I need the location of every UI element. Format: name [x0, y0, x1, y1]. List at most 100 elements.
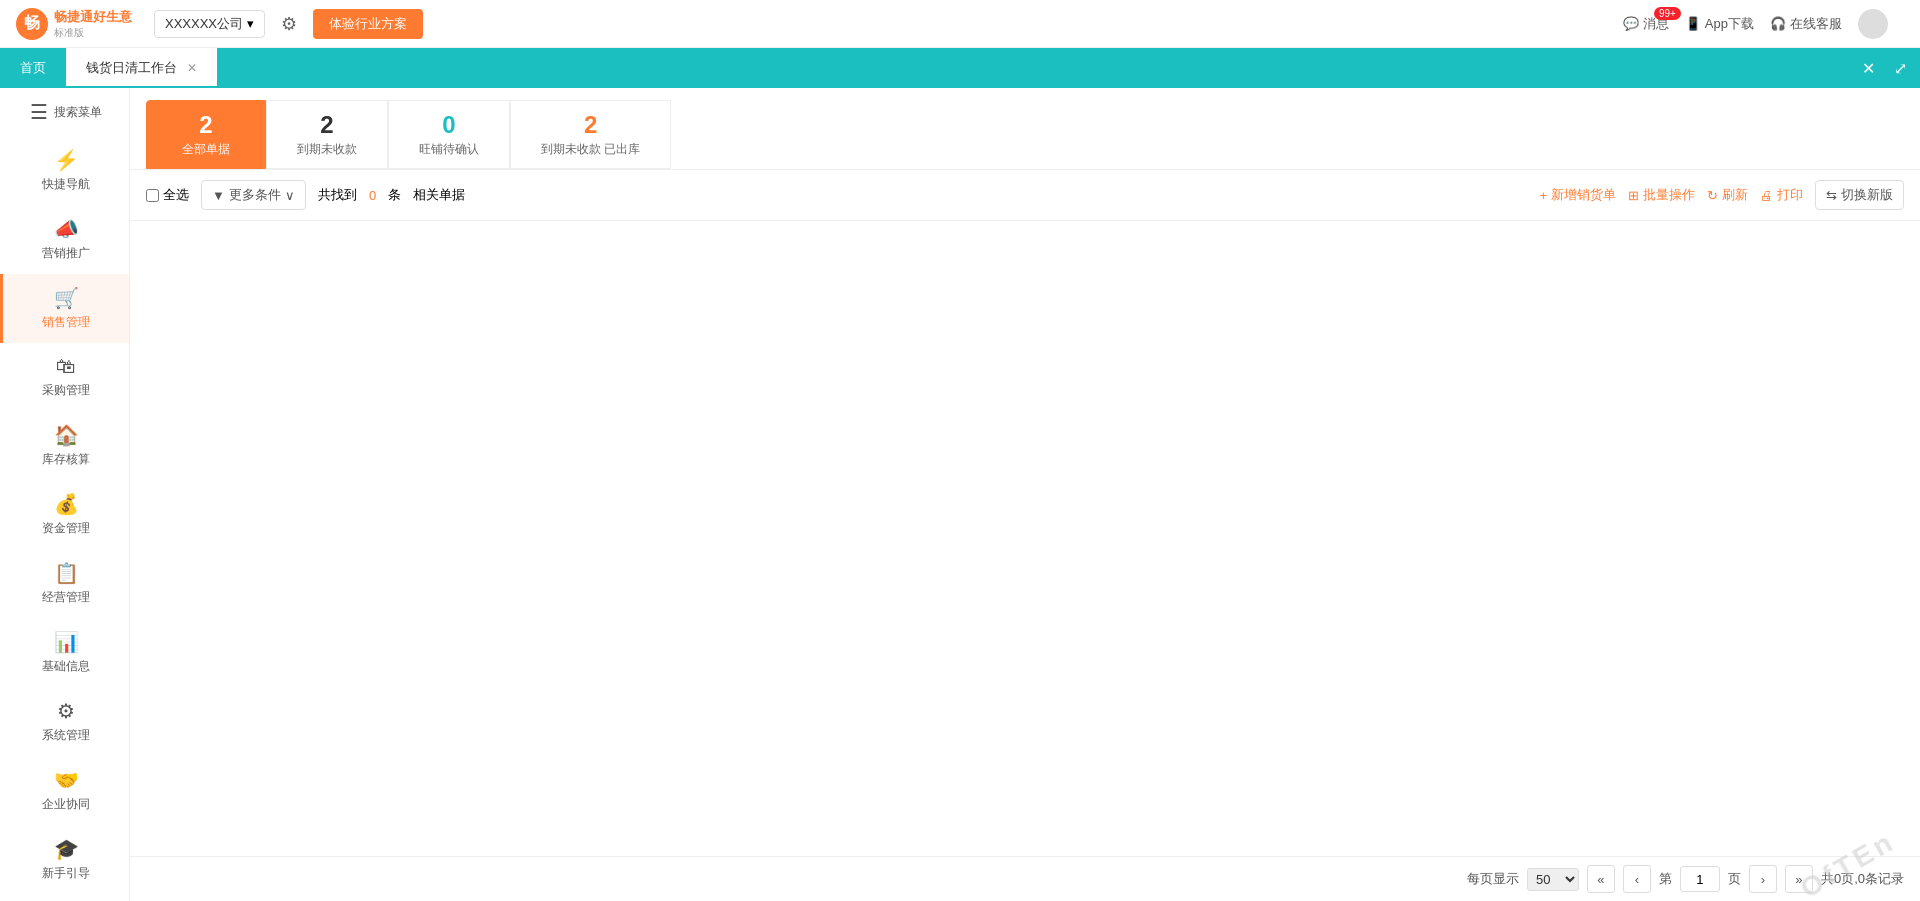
- sidebar-item-finance[interactable]: 💰 资金管理: [0, 480, 129, 549]
- newbie-label: 新手引导: [42, 865, 90, 882]
- pagination: 每页显示 50 100 200 « ‹ 第 页 › » 共0页,0条记录: [130, 856, 1920, 901]
- next-page-button[interactable]: ›: [1749, 865, 1777, 893]
- message-badge: 99+: [1654, 7, 1681, 20]
- sidebar-item-search-menu[interactable]: ☰ 搜索菜单: [0, 88, 129, 136]
- logo-area: 畅 畅捷通好生意 标准版: [16, 8, 146, 40]
- main-layout: ☰ 搜索菜单 ⚡ 快捷导航 📣 营销推广 🛒 销售管理 🛍 采购管理 🏠 库存核…: [0, 88, 1920, 901]
- sidebar-item-purchase[interactable]: 🛍 采购管理: [0, 343, 129, 411]
- last-page-button[interactable]: »: [1785, 865, 1813, 893]
- total-records: 共0页,0条记录: [1821, 870, 1904, 888]
- gear-icon: ⚙: [281, 13, 297, 35]
- batch-icon: ⊞: [1628, 188, 1639, 203]
- message-button[interactable]: 💬 消息 99+: [1623, 15, 1669, 33]
- per-page-select[interactable]: 50 100 200: [1527, 868, 1579, 891]
- stat-label-shipped: 到期未收款 已出库: [541, 141, 640, 158]
- count-number: 0: [369, 188, 376, 203]
- header-left: 畅 畅捷通好生意 标准版 XXXXXX公司 ▾ ⚙ 体验行业方案: [16, 8, 423, 40]
- sidebar-item-inventory[interactable]: 🏠 库存核算: [0, 411, 129, 480]
- stats-bar: 2 全部单据 2 到期未收款 0 旺铺待确认 2 到期未收款 已出库: [130, 88, 1920, 170]
- toolbar-right: + 新增销货单 ⊞ 批量操作 ↻ 刷新 🖨 打印 ⇆ 切换新版: [1539, 180, 1904, 210]
- finance-label: 资金管理: [42, 520, 90, 537]
- home-tab-label: 首页: [20, 59, 46, 77]
- logo-icon: 畅: [16, 8, 48, 40]
- sidebar-item-marketing[interactable]: 📣 营销推广: [0, 205, 129, 274]
- purchase-label: 采购管理: [42, 382, 90, 399]
- add-sales-order-button[interactable]: + 新增销货单: [1539, 186, 1616, 204]
- toolbar: 全选 ▼ 更多条件 ∨ 共找到 0 条 相关单据 + 新增销货单 ⊞ 批量操作: [130, 170, 1920, 221]
- sidebar-item-quick-nav[interactable]: ⚡ 快捷导航: [0, 136, 129, 205]
- app-download-button[interactable]: 📱 App下载: [1685, 15, 1754, 33]
- count-unit: 条: [388, 186, 401, 204]
- stat-label-pending: 旺铺待确认: [419, 141, 479, 158]
- tab-qianhuoday[interactable]: 钱货日清工作台 ✕: [66, 48, 217, 88]
- tab-expand-area: ✕ ⤢: [1856, 56, 1920, 80]
- stat-tab-shipped[interactable]: 2 到期未收款 已出库: [510, 100, 671, 169]
- settings-button[interactable]: ⚙: [273, 8, 305, 40]
- online-service-button[interactable]: 🎧 在线客服: [1770, 15, 1842, 33]
- stat-num-shipped: 2: [584, 111, 597, 139]
- search-menu-icon: ☰: [30, 100, 48, 124]
- avatar[interactable]: [1858, 9, 1888, 39]
- top-header: 畅 畅捷通好生意 标准版 XXXXXX公司 ▾ ⚙ 体验行业方案 💬 消息 99…: [0, 0, 1920, 48]
- stat-tab-all[interactable]: 2 全部单据: [146, 100, 266, 169]
- trial-button[interactable]: 体验行业方案: [313, 9, 423, 39]
- management-label: 经营管理: [42, 589, 90, 606]
- company-selector[interactable]: XXXXXX公司 ▾: [154, 10, 265, 38]
- sales-label: 销售管理: [42, 314, 90, 331]
- stats-tabs: 2 全部单据 2 到期未收款 0 旺铺待确认 2 到期未收款 已出库: [146, 100, 1904, 169]
- sidebar-item-sales[interactable]: 🛒 销售管理: [0, 274, 129, 343]
- add-icon: +: [1539, 188, 1547, 203]
- sales-icon: 🛒: [54, 286, 79, 310]
- inventory-icon: 🏠: [54, 423, 79, 447]
- window-close-icon[interactable]: ✕: [1856, 56, 1880, 80]
- print-button[interactable]: 🖨 打印: [1760, 186, 1803, 204]
- select-all-checkbox-area[interactable]: 全选: [146, 186, 189, 204]
- service-icon: 🎧: [1770, 16, 1786, 31]
- refresh-label: 刷新: [1722, 186, 1748, 204]
- prev-page-button[interactable]: ‹: [1623, 865, 1651, 893]
- first-page-button[interactable]: «: [1587, 865, 1615, 893]
- header-right: 💬 消息 99+ 📱 App下载 🎧 在线客服: [1623, 9, 1904, 39]
- sidebar-item-management[interactable]: 📋 经营管理: [0, 549, 129, 618]
- filter-button[interactable]: ▼ 更多条件 ∨: [201, 180, 306, 210]
- table-area: [130, 221, 1920, 856]
- related-label: 相关单据: [413, 186, 465, 204]
- logo-text: 畅捷通好生意 标准版: [54, 8, 132, 40]
- refresh-button[interactable]: ↻ 刷新: [1707, 186, 1748, 204]
- sidebar: ☰ 搜索菜单 ⚡ 快捷导航 📣 营销推广 🛒 销售管理 🛍 采购管理 🏠 库存核…: [0, 88, 130, 901]
- management-icon: 📋: [54, 561, 79, 585]
- marketing-label: 营销推广: [42, 245, 90, 262]
- print-label: 打印: [1777, 186, 1803, 204]
- tab-close-icon[interactable]: ✕: [187, 61, 197, 75]
- finance-icon: 💰: [54, 492, 79, 516]
- stat-tab-pending[interactable]: 0 旺铺待确认: [388, 100, 510, 169]
- add-label: 新增销货单: [1551, 186, 1616, 204]
- sidebar-item-system[interactable]: ⚙ 系统管理: [0, 687, 129, 756]
- refresh-icon: ↻: [1707, 188, 1718, 203]
- app-label: App下载: [1705, 15, 1754, 33]
- stat-label-overdue: 到期未收款: [297, 141, 357, 158]
- tab-home[interactable]: 首页: [0, 48, 66, 88]
- switch-label: 切换新版: [1841, 186, 1893, 204]
- sidebar-item-enterprise[interactable]: 🤝 企业协同: [0, 756, 129, 825]
- logo-title: 畅捷通好生意: [54, 8, 132, 26]
- system-label: 系统管理: [42, 727, 90, 744]
- select-all-checkbox[interactable]: [146, 189, 159, 202]
- window-expand-icon[interactable]: ⤢: [1888, 56, 1912, 80]
- marketing-icon: 📣: [54, 217, 79, 241]
- newbie-icon: 🎓: [54, 837, 79, 861]
- inventory-label: 库存核算: [42, 451, 90, 468]
- page-number-input[interactable]: [1680, 866, 1720, 892]
- sidebar-item-app-center[interactable]: 🗂 应用中心: [0, 894, 129, 901]
- sidebar-item-basic-info[interactable]: 📊 基础信息: [0, 618, 129, 687]
- basic-info-icon: 📊: [54, 630, 79, 654]
- batch-operation-button[interactable]: ⊞ 批量操作: [1628, 186, 1695, 204]
- count-prefix: 共找到: [318, 186, 357, 204]
- stat-tab-overdue[interactable]: 2 到期未收款: [266, 100, 388, 169]
- filter-label: 更多条件: [229, 186, 281, 204]
- switch-version-button[interactable]: ⇆ 切换新版: [1815, 180, 1904, 210]
- print-icon: 🖨: [1760, 188, 1773, 203]
- stat-num-pending: 0: [442, 111, 455, 139]
- search-menu-label: 搜索菜单: [54, 104, 102, 121]
- sidebar-item-newbie[interactable]: 🎓 新手引导: [0, 825, 129, 894]
